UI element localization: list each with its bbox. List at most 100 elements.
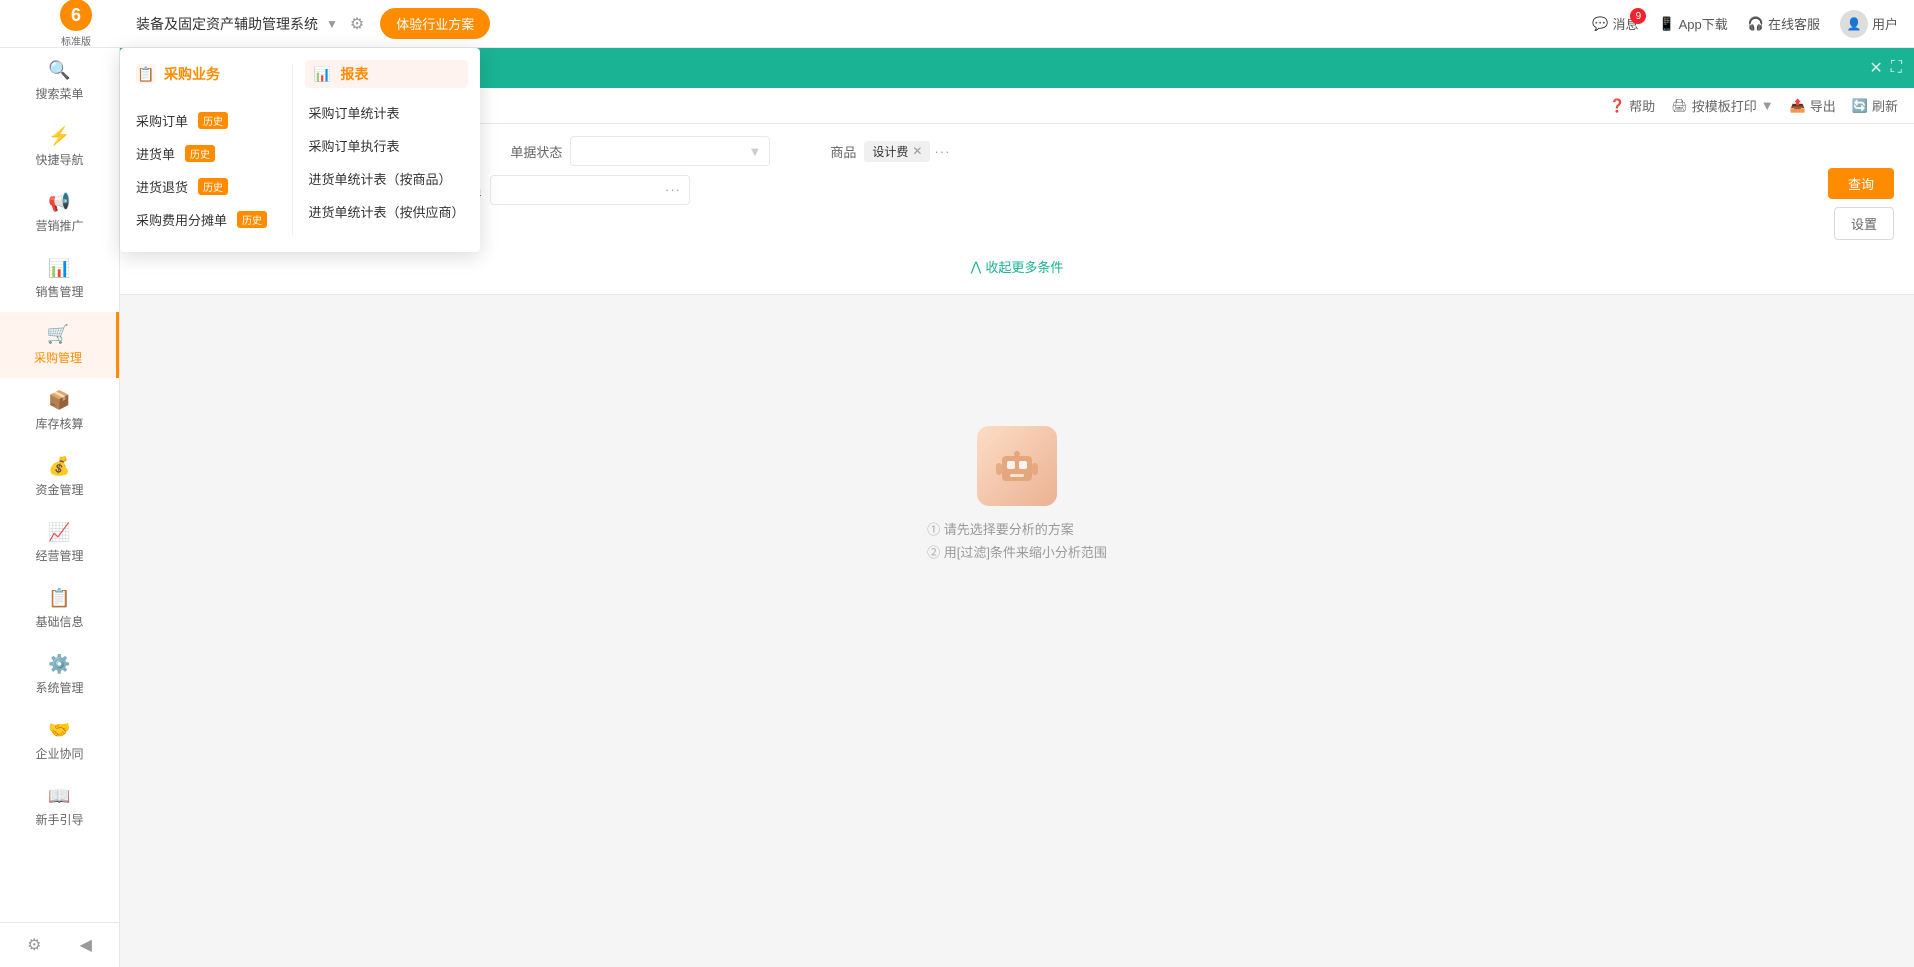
settings-btn[interactable]: 设置 [1834, 207, 1894, 240]
sidebar-collapse-icon[interactable]: ◀ [80, 935, 92, 955]
goods-more[interactable]: ··· [934, 144, 950, 159]
help-btn[interactable]: ❓ 帮助 [1609, 96, 1655, 115]
sidebar-item-basic[interactable]: 📋 基础信息 [0, 576, 119, 642]
sidebar-item-finance[interactable]: 💰 资金管理 [0, 444, 119, 510]
goods-label: 商品 [806, 142, 856, 161]
menu-item-expense[interactable]: 采购费用分摊单 历史 [136, 203, 292, 236]
purchase-col-icon: 📋 [136, 64, 156, 84]
sidebar-label-marketing: 营销推广 [35, 217, 83, 234]
sidebar-item-operations[interactable]: 📈 经营管理 [0, 510, 119, 576]
sidebar-item-purchase[interactable]: 🛒 采购管理 [0, 312, 119, 378]
menu-item-inbound[interactable]: 进货单 历史 [136, 137, 292, 170]
online-service-item[interactable]: 🎧 在线客服 [1748, 14, 1820, 33]
collapse-btn[interactable]: ⋀ 收起更多条件 [965, 251, 1070, 282]
headset-icon: 🎧 [1748, 16, 1764, 32]
print-icon: 🖨 [1671, 98, 1688, 114]
salesman-more[interactable]: ··· [665, 182, 681, 197]
search-icon: 🔍 [48, 60, 70, 81]
tab-close-btn[interactable]: ✕ [1869, 58, 1882, 78]
guide-icon: 📖 [48, 786, 70, 807]
sidebar-label-system: 系统管理 [35, 679, 83, 696]
system-title-area: 装备及固定资产辅助管理系统 ▼ ⚙ 体验行业方案 [136, 8, 1592, 39]
menu-item-order-stats[interactable]: 采购订单统计表 [309, 96, 465, 129]
sidebar-item-inventory[interactable]: 📦 库存核算 [0, 378, 119, 444]
sidebar-item-collab[interactable]: 🤝 企业协同 [0, 708, 119, 774]
menu-item-order-exec[interactable]: 采购订单执行表 [309, 129, 465, 162]
message-icon: 💬 [1592, 16, 1608, 32]
sidebar-item-guide[interactable]: 📖 新手引导 [0, 774, 119, 840]
help-icon: ❓ [1609, 98, 1625, 114]
refresh-icon: 🔄 [1852, 98, 1868, 114]
nav-icon: ⚡ [48, 126, 70, 147]
collapse-label: 收起更多条件 [985, 257, 1063, 276]
export-label: 导出 [1810, 96, 1836, 115]
voucher-status-select[interactable]: ▼ [570, 136, 770, 166]
finance-icon: 💰 [48, 456, 70, 477]
phone-icon: 📱 [1658, 16, 1674, 32]
query-btn[interactable]: 查询 [1828, 168, 1894, 199]
marketing-icon: 📢 [48, 192, 70, 213]
dropdown-menu-inner: 📋 采购业务 采购订单 历史 进货单 历史 进货退货 历史 采购费用分摊单 历史 [120, 48, 480, 252]
inbound-label: 进货单 [136, 144, 175, 163]
menu-item-purchase-order[interactable]: 采购订单 历史 [136, 104, 292, 137]
empty-text: ① 请先选择要分析的方案 ② 用[过滤]条件来缩小分析范围 [927, 518, 1107, 565]
gear-icon[interactable]: ⚙ [350, 14, 364, 34]
sidebar-item-search[interactable]: 🔍 搜索菜单 [0, 48, 119, 114]
sidebar-label-sales: 销售管理 [35, 283, 83, 300]
purchase-order-label: 采购订单 [136, 111, 188, 130]
sidebar-item-sales[interactable]: 📊 销售管理 [0, 246, 119, 312]
message-item[interactable]: 💬 消息 9 [1592, 14, 1638, 33]
return-label: 进货退货 [136, 177, 188, 196]
purchase-icon: 🛒 [47, 324, 69, 345]
sidebar-item-marketing[interactable]: 📢 营销推广 [0, 180, 119, 246]
report-col-icon: 📊 [313, 64, 333, 84]
app-download-item[interactable]: 📱 App下载 [1658, 14, 1727, 33]
inventory-icon: 📦 [48, 390, 70, 411]
app-download-label: App下载 [1679, 14, 1728, 33]
sidebar-label-purchase: 采购管理 [34, 349, 82, 366]
user-item[interactable]: 👤 用户 [1840, 10, 1898, 38]
report-column-header: 📊 报表 [305, 60, 469, 88]
menu-item-inbound-stats-goods[interactable]: 进货单统计表（按商品） [309, 162, 465, 195]
menu-item-inbound-stats-supplier[interactable]: 进货单统计表（按供应商） [309, 195, 465, 228]
collapse-up-icon: ⋀ [971, 259, 982, 275]
expense-label: 采购费用分摊单 [136, 210, 227, 229]
industry-btn[interactable]: 体验行业方案 [380, 8, 490, 39]
salesman-select[interactable]: ··· [490, 175, 690, 205]
empty-state: ① 请先选择要分析的方案 ② 用[过滤]条件来缩小分析范围 [120, 295, 1914, 695]
system-dropdown-arrow[interactable]: ▼ [326, 17, 338, 31]
system-title-text: 装备及固定资产辅助管理系统 [136, 14, 318, 34]
purchase-column: 📋 采购业务 采购订单 历史 进货单 历史 进货退货 历史 采购费用分摊单 历史 [136, 64, 292, 236]
sidebar-bottom: ⚙ ◀ [0, 922, 119, 967]
sidebar-label-guide: 新手引导 [35, 811, 83, 828]
voucher-status-label: 单据状态 [510, 142, 562, 161]
refresh-btn[interactable]: 🔄 刷新 [1852, 96, 1898, 115]
top-right: 💬 消息 9 📱 App下载 🎧 在线客服 👤 用户 [1592, 10, 1898, 38]
export-btn[interactable]: 📤 导出 [1790, 96, 1836, 115]
sidebar-item-system[interactable]: ⚙️ 系统管理 [0, 642, 119, 708]
voucher-status-dropdown: ▼ [748, 144, 761, 159]
history-badge-0: 历史 [198, 112, 228, 129]
sidebar-settings-icon[interactable]: ⚙ [27, 935, 41, 955]
user-label: 用户 [1872, 14, 1898, 33]
tab-expand-btn[interactable]: ⛶ [1891, 59, 1902, 77]
history-badge-3: 历史 [237, 211, 267, 228]
logo-sub: 标准版 [61, 33, 91, 48]
history-badge-1: 历史 [185, 145, 215, 162]
sidebar-label-basic: 基础信息 [35, 613, 83, 630]
print-label: 按模板打印 [1692, 96, 1757, 115]
sidebar-item-nav[interactable]: ⚡ 快捷导航 [0, 114, 119, 180]
menu-item-return[interactable]: 进货退货 历史 [136, 170, 292, 203]
operations-icon: 📈 [48, 522, 70, 543]
empty-hint2: ② 用[过滤]条件来缩小分析范围 [927, 541, 1107, 564]
sidebar-label-search: 搜索菜单 [35, 85, 83, 102]
purchase-dropdown-menu: 📋 采购业务 采购订单 历史 进货单 历史 进货退货 历史 采购费用分摊单 历史 [120, 48, 480, 252]
goods-tag-close[interactable]: ✕ [912, 144, 922, 158]
empty-robot-icon [977, 426, 1057, 506]
logo-area: 6 标准版 [16, 0, 136, 48]
report-col-title: 报表 [341, 64, 369, 84]
export-icon: 📤 [1790, 98, 1806, 114]
sidebar-label-collab: 企业协同 [35, 745, 83, 762]
print-btn[interactable]: 🖨 按模板打印 ▼ [1671, 96, 1773, 115]
top-bar: 6 标准版 装备及固定资产辅助管理系统 ▼ ⚙ 体验行业方案 💬 消息 9 📱 … [0, 0, 1914, 48]
